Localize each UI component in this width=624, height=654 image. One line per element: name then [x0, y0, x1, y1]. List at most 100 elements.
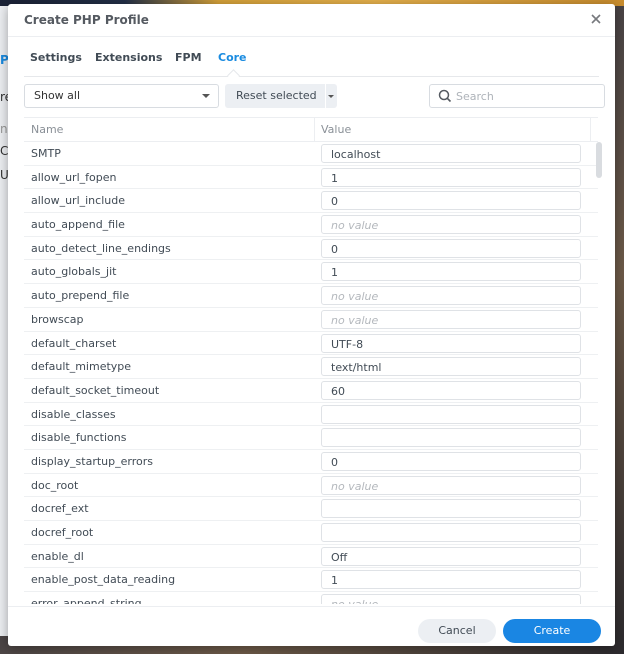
table-row[interactable]: SMTP localhost — [24, 142, 598, 166]
setting-value-input[interactable]: no value — [321, 309, 581, 329]
setting-value-input[interactable] — [321, 428, 581, 448]
table-row[interactable]: default_socket_timeout 60 — [24, 379, 598, 403]
setting-value-input[interactable]: 1 — [321, 167, 581, 187]
setting-value-input[interactable]: 1 — [321, 262, 581, 282]
setting-value: 0 — [331, 195, 338, 209]
setting-value: text/html — [331, 361, 382, 375]
setting-name: disable_classes — [31, 407, 116, 421]
core-settings-grid: Name Value SMTP localhost allow_url_fopen 1… — [24, 117, 598, 604]
toolbar: Show all Reset selected — [24, 84, 605, 108]
table-row[interactable]: docref_ext — [24, 497, 598, 521]
setting-name: enable_post_data_reading — [31, 573, 176, 587]
setting-name: SMTP — [31, 147, 61, 160]
search-input[interactable] — [456, 87, 596, 105]
column-header-name[interactable]: Name — [31, 123, 63, 136]
dialog-title-bar: Create PHP Profile — [8, 4, 615, 37]
column-divider — [314, 118, 315, 141]
tab-fpm[interactable]: FPM — [175, 51, 202, 64]
setting-value: Off — [331, 550, 348, 564]
create-button[interactable]: Create — [503, 619, 601, 643]
tab-settings[interactable]: Settings — [30, 51, 82, 64]
setting-value-input[interactable]: UTF-8 — [321, 333, 581, 353]
setting-name: enable_dl — [31, 549, 84, 563]
setting-value: no value — [331, 290, 379, 304]
search-field[interactable] — [429, 84, 605, 108]
close-icon — [591, 14, 601, 24]
grid-scrollbar[interactable] — [596, 142, 602, 178]
table-row[interactable]: error_append_string no value — [24, 592, 598, 604]
setting-value-input[interactable]: 0 — [321, 238, 581, 258]
setting-value-input[interactable] — [321, 404, 581, 424]
setting-name: docref_ext — [31, 502, 89, 516]
cancel-button[interactable]: Cancel — [418, 619, 496, 643]
setting-value-input[interactable]: localhost — [321, 144, 581, 163]
tab-extensions[interactable]: Extensions — [95, 51, 162, 64]
reset-options-dropdown[interactable] — [326, 84, 337, 108]
tab-bar: Settings Extensions FPM Core — [24, 44, 599, 82]
chevron-down-icon — [202, 94, 210, 98]
setting-name: disable_functions — [31, 431, 127, 445]
setting-name: auto_prepend_file — [31, 289, 130, 303]
setting-name: default_socket_timeout — [31, 383, 160, 397]
background-window-text: n — [0, 122, 8, 136]
setting-name: default_mimetype — [31, 360, 132, 374]
active-tab-indicator — [227, 69, 240, 82]
setting-value-input[interactable]: no value — [321, 475, 581, 495]
dialog-footer: Cancel Create — [8, 606, 615, 646]
reset-selected-button[interactable]: Reset selected — [225, 84, 325, 108]
setting-name: allow_url_fopen — [31, 170, 117, 184]
table-row[interactable]: enable_post_data_reading 1 — [24, 568, 598, 593]
setting-value: 60 — [331, 384, 345, 398]
setting-name: display_startup_errors — [31, 454, 153, 468]
table-row[interactable]: enable_dl Off — [24, 545, 598, 569]
setting-value-input[interactable]: text/html — [321, 357, 581, 377]
setting-value-input[interactable]: no value — [321, 594, 581, 604]
setting-value: 1 — [331, 171, 338, 185]
table-row[interactable]: auto_append_file no value — [24, 213, 598, 237]
chevron-down-icon — [328, 95, 334, 98]
setting-value-input[interactable] — [321, 499, 581, 519]
setting-value: no value — [331, 479, 379, 493]
grid-rows: SMTP localhost allow_url_fopen 1 allow_url_i… — [24, 142, 598, 604]
setting-value: no value — [331, 598, 378, 604]
create-php-profile-dialog: Create PHP Profile Settings Extensions F… — [8, 4, 615, 646]
table-row[interactable]: disable_functions — [24, 426, 598, 450]
table-row[interactable]: auto_detect_line_endings 0 — [24, 237, 598, 261]
table-row[interactable]: doc_root no value — [24, 474, 598, 498]
tab-core[interactable]: Core — [218, 51, 247, 64]
create-label: Create — [533, 624, 571, 637]
setting-value-input[interactable]: no value — [321, 286, 581, 306]
setting-value-input[interactable]: 0 — [321, 451, 581, 471]
setting-value: 1 — [331, 266, 338, 280]
setting-name: error_append_string — [31, 597, 142, 604]
table-row[interactable]: disable_classes — [24, 403, 598, 427]
table-row[interactable]: auto_globals_jit 1 — [24, 260, 598, 285]
filter-select[interactable]: Show all — [24, 84, 219, 108]
setting-value: 0 — [331, 242, 338, 256]
table-row[interactable]: allow_url_include 0 — [24, 189, 598, 214]
close-button[interactable] — [587, 10, 605, 28]
table-row[interactable]: auto_prepend_file no value — [24, 284, 598, 308]
setting-value: 1 — [331, 574, 338, 588]
table-row[interactable]: allow_url_fopen 1 — [24, 166, 598, 190]
search-icon — [438, 89, 452, 103]
filter-select-value: Show all — [34, 89, 81, 102]
setting-value-input[interactable]: 1 — [321, 570, 581, 590]
table-row[interactable]: default_charset UTF-8 — [24, 332, 598, 356]
column-header-value[interactable]: Value — [321, 123, 351, 136]
setting-name: browscap — [31, 312, 84, 326]
setting-value-input[interactable]: 60 — [321, 380, 581, 400]
setting-value-input[interactable]: no value — [321, 215, 581, 235]
setting-value-input[interactable] — [321, 523, 581, 542]
setting-value-input[interactable]: 0 — [321, 191, 581, 211]
setting-name: auto_append_file — [31, 218, 125, 232]
setting-value-input[interactable]: Off — [321, 546, 581, 566]
table-row[interactable]: docref_root — [24, 521, 598, 545]
table-row[interactable]: browscap no value — [24, 308, 598, 332]
column-divider — [590, 118, 591, 141]
setting-name: default_charset — [31, 336, 117, 350]
table-row[interactable]: display_startup_errors 0 — [24, 450, 598, 474]
setting-name: auto_detect_line_endings — [31, 241, 171, 255]
table-row[interactable]: default_mimetype text/html — [24, 355, 598, 379]
reset-selected-label: Reset selected — [236, 89, 317, 102]
